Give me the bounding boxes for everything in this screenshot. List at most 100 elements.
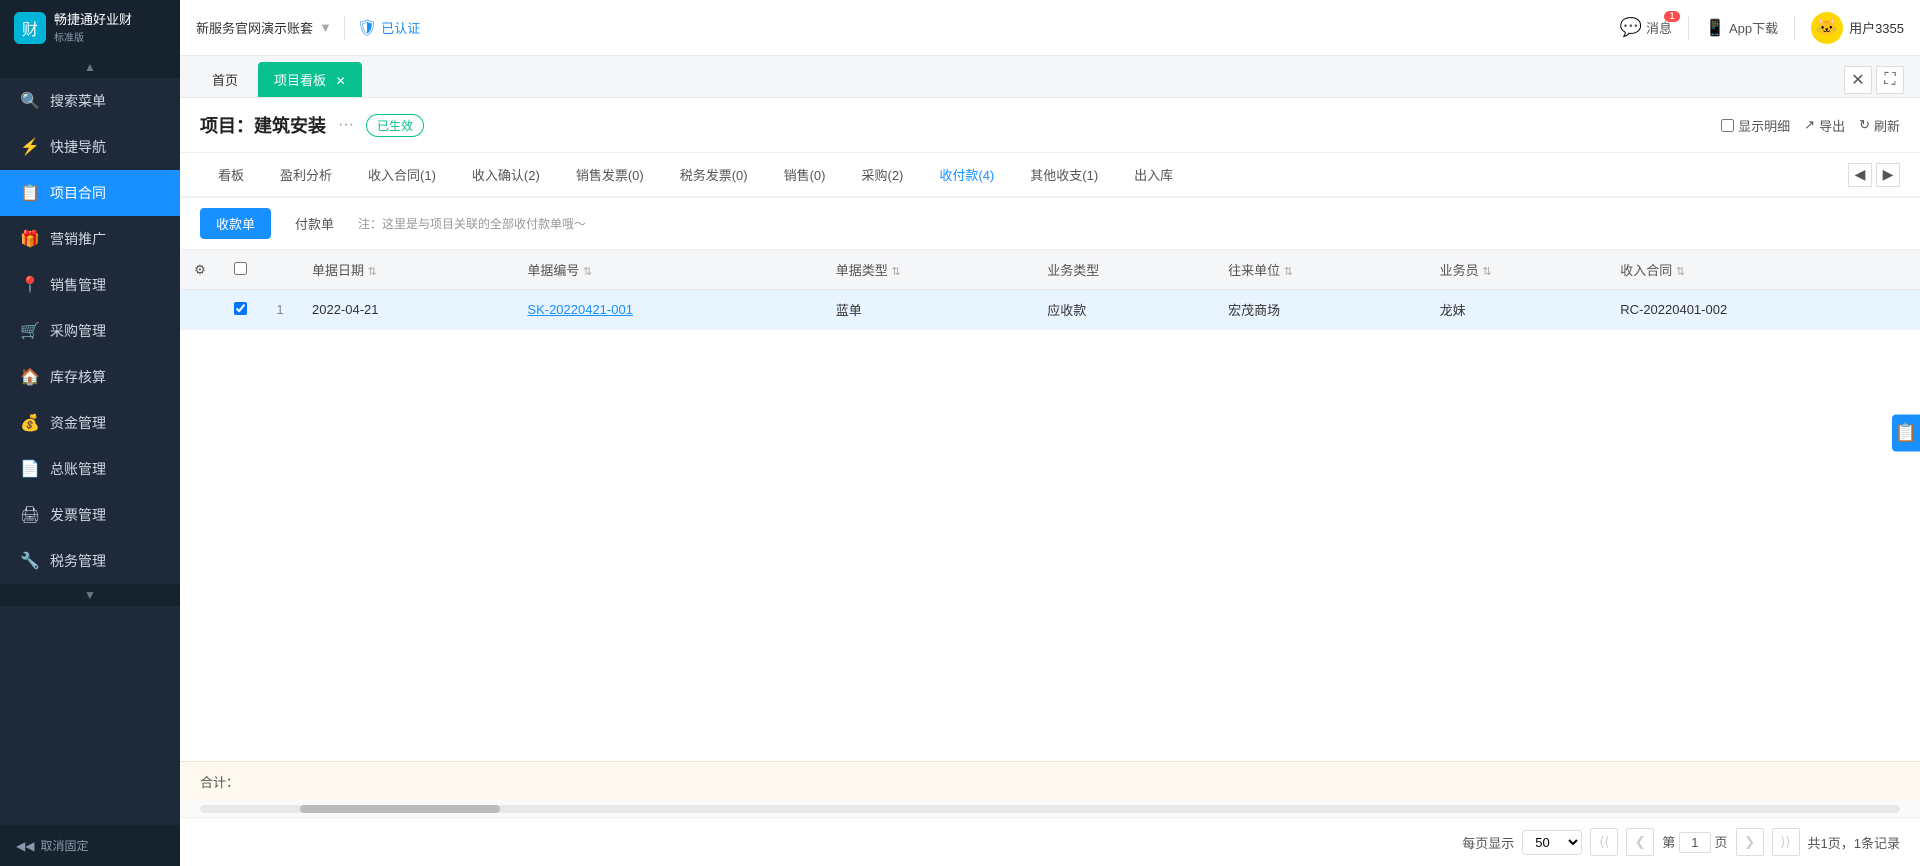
sidebar-item-sales[interactable]: 📍 销售管理 xyxy=(0,262,180,308)
purchase-icon: 🛒 xyxy=(20,321,40,341)
th-contract[interactable]: 收入合同 ⇅ xyxy=(1608,250,1920,290)
app-name: 畅捷通好业财 xyxy=(54,12,132,29)
right-panel-button[interactable]: 📋 xyxy=(1892,415,1920,452)
subtab-board[interactable]: 看板 xyxy=(200,153,262,198)
sidebar-item-label-tax: 税务管理 xyxy=(50,551,106,571)
sidebar-item-project[interactable]: 📋 项目合同 xyxy=(0,170,180,216)
subtab-next-button[interactable]: ▶ xyxy=(1876,163,1900,187)
subtab-tax-invoice[interactable]: 税务发票(0) xyxy=(662,153,766,198)
sidebar-unpin-button[interactable]: ◀◀ 取消固定 xyxy=(0,825,180,866)
app-version: 标准版 xyxy=(54,29,132,44)
row-biz-type-cell: 应收款 xyxy=(1035,290,1216,330)
home-icon: ⚡ xyxy=(20,137,40,157)
subtab-income-confirm[interactable]: 收入确认(2) xyxy=(454,153,558,198)
total-label: 合计： xyxy=(200,775,239,790)
subtab-inout[interactable]: 出入库 xyxy=(1116,153,1191,198)
subtab-other[interactable]: 其他收支(1) xyxy=(1012,153,1116,198)
subtab-profit[interactable]: 盈利分析 xyxy=(262,153,350,198)
subtab-income-contract[interactable]: 收入合同(1) xyxy=(350,153,454,198)
project-actions: 显示明细 ↗ 导出 ↻ 刷新 xyxy=(1721,116,1900,135)
sidebar-item-quicknav[interactable]: ⚡ 快捷导航 xyxy=(0,124,180,170)
sort-partner-icon: ⇅ xyxy=(1284,266,1293,278)
sidebar-item-label-search: 搜索菜单 xyxy=(50,91,106,111)
th-biz-type: 业务类型 xyxy=(1035,250,1216,290)
message-icon: 💬 xyxy=(1620,17,1642,38)
tax-icon: 🔧 xyxy=(20,551,40,571)
show-detail-toggle[interactable]: 显示明细 xyxy=(1721,116,1790,135)
tab-project-board[interactable]: 项目看板 ✕ xyxy=(258,62,362,97)
per-page-select[interactable]: 50 10 20 100 xyxy=(1522,830,1582,855)
th-type[interactable]: 单据类型 ⇅ xyxy=(824,250,1036,290)
scrollbar-thumb[interactable] xyxy=(300,805,500,813)
sidebar-item-invoice[interactable]: 🖨 发票管理 xyxy=(0,492,180,538)
subtab-sales-invoice[interactable]: 销售发票(0) xyxy=(558,153,662,198)
row-code-cell[interactable]: SK-20220421-001 xyxy=(515,290,823,330)
content-area: 项目：建筑安装 ··· 已生效 显示明细 ↗ 导出 ↻ 刷新 xyxy=(180,98,1920,866)
pagination-last-button[interactable]: ⟩⟩ xyxy=(1772,828,1800,856)
message-button[interactable]: 💬 消息 1 xyxy=(1620,17,1672,38)
tab-receive[interactable]: 收款单 xyxy=(200,208,271,239)
window-close-button[interactable]: ✕ xyxy=(1844,66,1872,94)
pagination-first-button[interactable]: ⟨⟨ xyxy=(1590,828,1618,856)
row-checkbox-cell[interactable] xyxy=(220,290,260,330)
show-detail-checkbox[interactable] xyxy=(1721,119,1734,132)
subtab-payment[interactable]: 收付款(4) xyxy=(921,153,1012,198)
user-menu[interactable]: 🐱 用户3355 xyxy=(1811,12,1904,44)
sort-date-icon: ⇅ xyxy=(368,266,377,278)
project-header: 项目：建筑安装 ··· 已生效 显示明细 ↗ 导出 ↻ 刷新 xyxy=(180,98,1920,153)
subtab-prev-button[interactable]: ◀ xyxy=(1848,163,1872,187)
select-all-checkbox[interactable] xyxy=(234,262,247,275)
sidebar-item-finance[interactable]: 💰 资金管理 xyxy=(0,400,180,446)
sidebar-scroll-up-icon[interactable]: ▲ xyxy=(84,60,96,74)
window-maximize-button[interactable]: ⛶ xyxy=(1876,66,1904,94)
sidebar-scroll-down-icon[interactable]: ▼ xyxy=(84,588,96,602)
subtab-nav: ◀ ▶ xyxy=(1848,163,1900,187)
tab-receive-label: 收款单 xyxy=(216,217,255,232)
row-checkbox[interactable] xyxy=(234,302,247,315)
th-code[interactable]: 单据编号 ⇅ xyxy=(515,250,823,290)
sidebar-item-inventory[interactable]: 🏠 库存核算 xyxy=(0,354,180,400)
tab-pay[interactable]: 付款单 xyxy=(279,208,350,239)
pagination-current-page: 1 xyxy=(1679,832,1711,853)
project-more-button[interactable]: ··· xyxy=(338,116,354,134)
row-salesman-cell: 龙妹 xyxy=(1428,290,1609,330)
sidebar-item-label-finance: 资金管理 xyxy=(50,413,106,433)
tab-close-icon[interactable]: ✕ xyxy=(336,74,346,88)
table-scrollbar[interactable] xyxy=(180,801,1920,817)
subtabs: 看板 盈利分析 收入合同(1) 收入确认(2) 销售发票(0) 税务发票(0) … xyxy=(180,153,1920,198)
sidebar-item-label-quicknav: 快捷导航 xyxy=(50,137,106,157)
sort-type-icon: ⇅ xyxy=(891,266,900,278)
sidebar-item-label-marketing: 营销推广 xyxy=(50,229,106,249)
table-row[interactable]: 1 2022-04-21 SK-20220421-001 蓝单 应收款 宏茂商场… xyxy=(180,290,1920,330)
pagination-prev-button[interactable]: ❮ xyxy=(1626,828,1654,856)
export-button[interactable]: ↗ 导出 xyxy=(1804,116,1845,135)
app-download-button[interactable]: 📱 App下载 xyxy=(1705,18,1778,38)
th-date[interactable]: 单据日期 ⇅ xyxy=(300,250,515,290)
tab-home[interactable]: 首页 xyxy=(196,62,254,97)
sidebar-item-purchase[interactable]: 🛒 采购管理 xyxy=(0,308,180,354)
refresh-button[interactable]: ↻ 刷新 xyxy=(1859,116,1900,135)
sidebar-item-marketing[interactable]: 🎁 营销推广 xyxy=(0,216,180,262)
topbar-divider3 xyxy=(1794,16,1795,40)
row-partner-cell: 宏茂商场 xyxy=(1216,290,1428,330)
sidebar-item-ledger[interactable]: 📄 总账管理 xyxy=(0,446,180,492)
project-selector[interactable]: 新服务官网演示账套 ▼ xyxy=(196,18,332,37)
subtab-purchase[interactable]: 采购(2) xyxy=(843,153,921,198)
invoice-icon: 🖨 xyxy=(20,505,40,525)
per-page-label: 每页显示 xyxy=(1462,833,1514,852)
th-salesman[interactable]: 业务员 ⇅ xyxy=(1428,250,1609,290)
tab-project-board-label: 项目看板 xyxy=(274,73,326,88)
th-partner[interactable]: 往来单位 ⇅ xyxy=(1216,250,1428,290)
sidebar-item-tax[interactable]: 🔧 税务管理 xyxy=(0,538,180,584)
tab-pay-label: 付款单 xyxy=(295,217,334,232)
pagination-next-button[interactable]: ❯ xyxy=(1736,828,1764,856)
shield-icon: 🛡 xyxy=(357,18,377,38)
th-settings[interactable]: ⚙ xyxy=(180,250,220,290)
app-logo: 财 畅捷通好业财 标准版 xyxy=(0,0,180,56)
pagination-page-label: 第 1 页 xyxy=(1662,832,1727,853)
search-icon: 🔍 xyxy=(20,91,40,111)
sidebar-item-search[interactable]: 🔍 搜索菜单 xyxy=(0,78,180,124)
sidebar: 财 畅捷通好业财 标准版 ▲ 🔍 搜索菜单 ⚡ 快捷导航 📋 项目合同 xyxy=(0,0,180,866)
subtab-sales[interactable]: 销售(0) xyxy=(766,153,844,198)
sidebar-item-label-invoice: 发票管理 xyxy=(50,505,106,525)
